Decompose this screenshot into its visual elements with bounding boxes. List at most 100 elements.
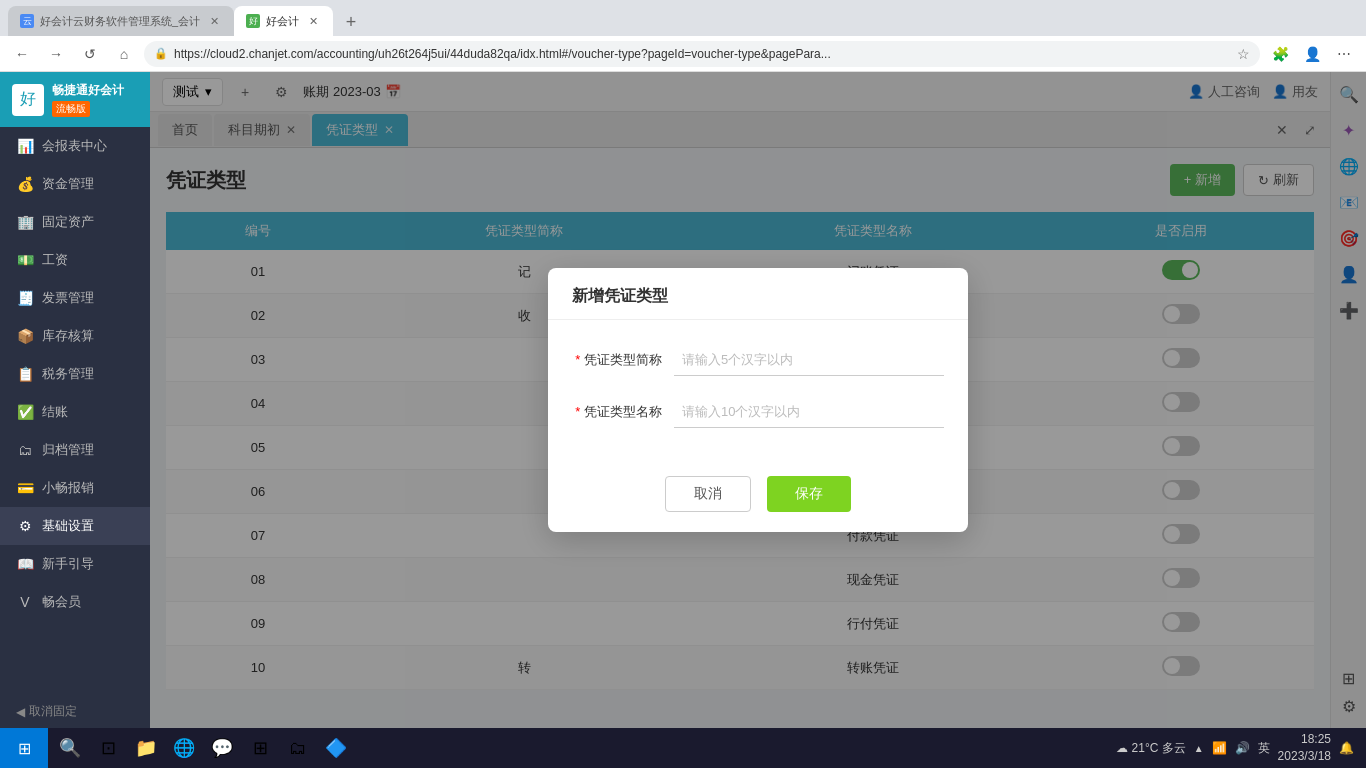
full-name-row: 凭证类型名称 bbox=[572, 396, 944, 428]
assets-icon: 🏢 bbox=[16, 213, 34, 231]
search-taskbar-icon: 🔍 bbox=[59, 737, 81, 759]
sidebar-item-assets[interactable]: 🏢 固定资产 bbox=[0, 203, 150, 241]
profile-btn[interactable]: 👤 bbox=[1298, 40, 1326, 68]
sidebar-item-close[interactable]: ✅ 结账 bbox=[0, 393, 150, 431]
files-icon: 🗂 bbox=[289, 738, 307, 759]
sidebar-item-expense[interactable]: 💳 小畅报销 bbox=[0, 469, 150, 507]
sidebar-item-settings-label: 基础设置 bbox=[42, 517, 94, 535]
sidebar-item-archive[interactable]: 🗂 归档管理 bbox=[0, 431, 150, 469]
expense-icon: 💳 bbox=[16, 479, 34, 497]
browser-actions: 🧩 👤 ⋯ bbox=[1266, 40, 1358, 68]
new-tab-button[interactable]: + bbox=[337, 8, 365, 36]
logo-text: 畅捷通好会计 流畅版 bbox=[52, 82, 124, 117]
taskbar-clock[interactable]: 18:25 2023/3/18 bbox=[1278, 731, 1331, 765]
logo-icon: 好 bbox=[12, 84, 44, 116]
sidebar-item-guide[interactable]: 📖 新手引导 bbox=[0, 545, 150, 583]
short-name-label: 凭证类型简称 bbox=[572, 351, 662, 369]
taskbar-edge[interactable]: 🔷 bbox=[318, 730, 354, 766]
sidebar-item-settings[interactable]: ⚙ 基础设置 bbox=[0, 507, 150, 545]
taskbar: ⊞ 🔍 ⊡ 📁 🌐 💬 ⊞ 🗂 🔷 ☁ 21°C 多云 bbox=[0, 728, 1366, 768]
modal-overlay: 新增凭证类型 凭证类型简称 凭证类型名称 取消 保存 bbox=[150, 72, 1366, 728]
start-button[interactable]: ⊞ bbox=[0, 728, 48, 768]
taskbar-search[interactable]: 🔍 bbox=[52, 730, 88, 766]
archive-icon: 🗂 bbox=[16, 441, 34, 459]
funds-icon: 💰 bbox=[16, 175, 34, 193]
sidebar-item-salary[interactable]: 💵 工资 bbox=[0, 241, 150, 279]
windows-icon: ⊞ bbox=[18, 739, 31, 758]
inventory-icon: 📦 bbox=[16, 327, 34, 345]
short-name-input[interactable] bbox=[674, 344, 944, 376]
clock-time: 18:25 bbox=[1278, 731, 1331, 748]
cancel-button[interactable]: 取消 bbox=[665, 476, 751, 512]
tab-label-2: 好会计 bbox=[266, 14, 299, 29]
full-name-label: 凭证类型名称 bbox=[572, 403, 662, 421]
wechat-icon: 💬 bbox=[211, 737, 233, 759]
add-voucher-type-modal: 新增凭证类型 凭证类型简称 凭证类型名称 取消 保存 bbox=[548, 268, 968, 532]
taskbar-file-explorer[interactable]: 📁 bbox=[128, 730, 164, 766]
sidebar-item-funds-label: 资金管理 bbox=[42, 175, 94, 193]
address-text: https://cloud2.chanjet.com/accounting/uh… bbox=[174, 47, 1231, 61]
notification-icon[interactable]: 🔔 bbox=[1339, 741, 1354, 755]
save-button[interactable]: 保存 bbox=[767, 476, 851, 512]
sidebar-item-invoice[interactable]: 🧾 发票管理 bbox=[0, 279, 150, 317]
cancel-pin-label: 取消固定 bbox=[29, 703, 77, 720]
tab-1[interactable]: 云 好会计云财务软件管理系统_会计 ✕ bbox=[8, 6, 234, 36]
taskbar-right: ☁ 21°C 多云 ▲ 📶 🔊 英 18:25 2023/3/18 🔔 bbox=[1104, 731, 1366, 765]
taskbar-caret-up[interactable]: ▲ bbox=[1194, 743, 1204, 754]
sidebar-item-inventory-label: 库存核算 bbox=[42, 327, 94, 345]
close-period-icon: ✅ bbox=[16, 403, 34, 421]
taskbar-task-view[interactable]: ⊡ bbox=[90, 730, 126, 766]
tab-label-1: 好会计云财务软件管理系统_会计 bbox=[40, 14, 200, 29]
tax-icon: 📋 bbox=[16, 365, 34, 383]
tab-2[interactable]: 好 好会计 ✕ bbox=[234, 6, 333, 36]
logo-main-text: 畅捷通好会计 bbox=[52, 82, 124, 99]
tab-close-1[interactable]: ✕ bbox=[206, 13, 222, 29]
sidebar-item-inventory[interactable]: 📦 库存核算 bbox=[0, 317, 150, 355]
taskbar-wechat[interactable]: 💬 bbox=[204, 730, 240, 766]
more-btn[interactable]: ⋯ bbox=[1330, 40, 1358, 68]
sidebar-item-close-label: 结账 bbox=[42, 403, 68, 421]
sidebar-item-funds[interactable]: 💰 资金管理 bbox=[0, 165, 150, 203]
folder-icon: 📁 bbox=[135, 737, 157, 759]
apps-icon: ⊞ bbox=[253, 737, 268, 759]
nav-back-button[interactable]: ← bbox=[8, 40, 36, 68]
nav-refresh-button[interactable]: ↺ bbox=[76, 40, 104, 68]
sidebar-item-tax[interactable]: 📋 税务管理 bbox=[0, 355, 150, 393]
tab-favicon-1: 云 bbox=[20, 14, 34, 28]
taskbar-wifi-icon: 📶 bbox=[1212, 741, 1227, 755]
sidebar-logo[interactable]: 好 畅捷通好会计 流畅版 bbox=[0, 72, 150, 127]
sidebar-item-reports[interactable]: 📊 会报表中心 bbox=[0, 127, 150, 165]
clock-date: 2023/3/18 bbox=[1278, 748, 1331, 765]
logo-badge: 流畅版 bbox=[52, 101, 90, 117]
taskbar-sound-icon: 🔊 bbox=[1235, 741, 1250, 755]
pin-icon: ◀ bbox=[16, 705, 25, 719]
weather-info[interactable]: ☁ 21°C 多云 bbox=[1116, 740, 1186, 757]
sidebar-item-assets-label: 固定资产 bbox=[42, 213, 94, 231]
nav-forward-button[interactable]: → bbox=[42, 40, 70, 68]
address-bar[interactable]: 🔒 https://cloud2.chanjet.com/accounting/… bbox=[144, 41, 1260, 67]
taskbar-apps[interactable]: ⊞ bbox=[242, 730, 278, 766]
cancel-pin-btn[interactable]: ◀ 取消固定 bbox=[0, 695, 150, 728]
weather-icon: ☁ bbox=[1116, 741, 1128, 755]
sidebar-item-expense-label: 小畅报销 bbox=[42, 479, 94, 497]
tab-close-2[interactable]: ✕ bbox=[305, 13, 321, 29]
weather-temp: 21°C 多云 bbox=[1132, 740, 1186, 757]
tab-favicon-2: 好 bbox=[246, 14, 260, 28]
nav-home-button[interactable]: ⌂ bbox=[110, 40, 138, 68]
full-name-input[interactable] bbox=[674, 396, 944, 428]
task-view-icon: ⊡ bbox=[101, 737, 116, 759]
extensions-btn[interactable]: 🧩 bbox=[1266, 40, 1294, 68]
member-icon: V bbox=[16, 593, 34, 611]
taskbar-files[interactable]: 🗂 bbox=[280, 730, 316, 766]
settings-icon: ⚙ bbox=[16, 517, 34, 535]
address-star[interactable]: ☆ bbox=[1237, 46, 1250, 62]
sidebar-item-member[interactable]: V 畅会员 bbox=[0, 583, 150, 621]
browser-chrome: 云 好会计云财务软件管理系统_会计 ✕ 好 好会计 ✕ + ← → ↺ ⌂ 🔒 … bbox=[0, 0, 1366, 72]
modal-footer: 取消 保存 bbox=[548, 464, 968, 532]
modal-body: 凭证类型简称 凭证类型名称 bbox=[548, 320, 968, 464]
short-name-row: 凭证类型简称 bbox=[572, 344, 944, 376]
sidebar-item-archive-label: 归档管理 bbox=[42, 441, 94, 459]
sidebar-item-guide-label: 新手引导 bbox=[42, 555, 94, 573]
taskbar-chrome[interactable]: 🌐 bbox=[166, 730, 202, 766]
sidebar: 好 畅捷通好会计 流畅版 📊 会报表中心 💰 资金管理 🏢 固定资产 💵 工资 … bbox=[0, 72, 150, 728]
